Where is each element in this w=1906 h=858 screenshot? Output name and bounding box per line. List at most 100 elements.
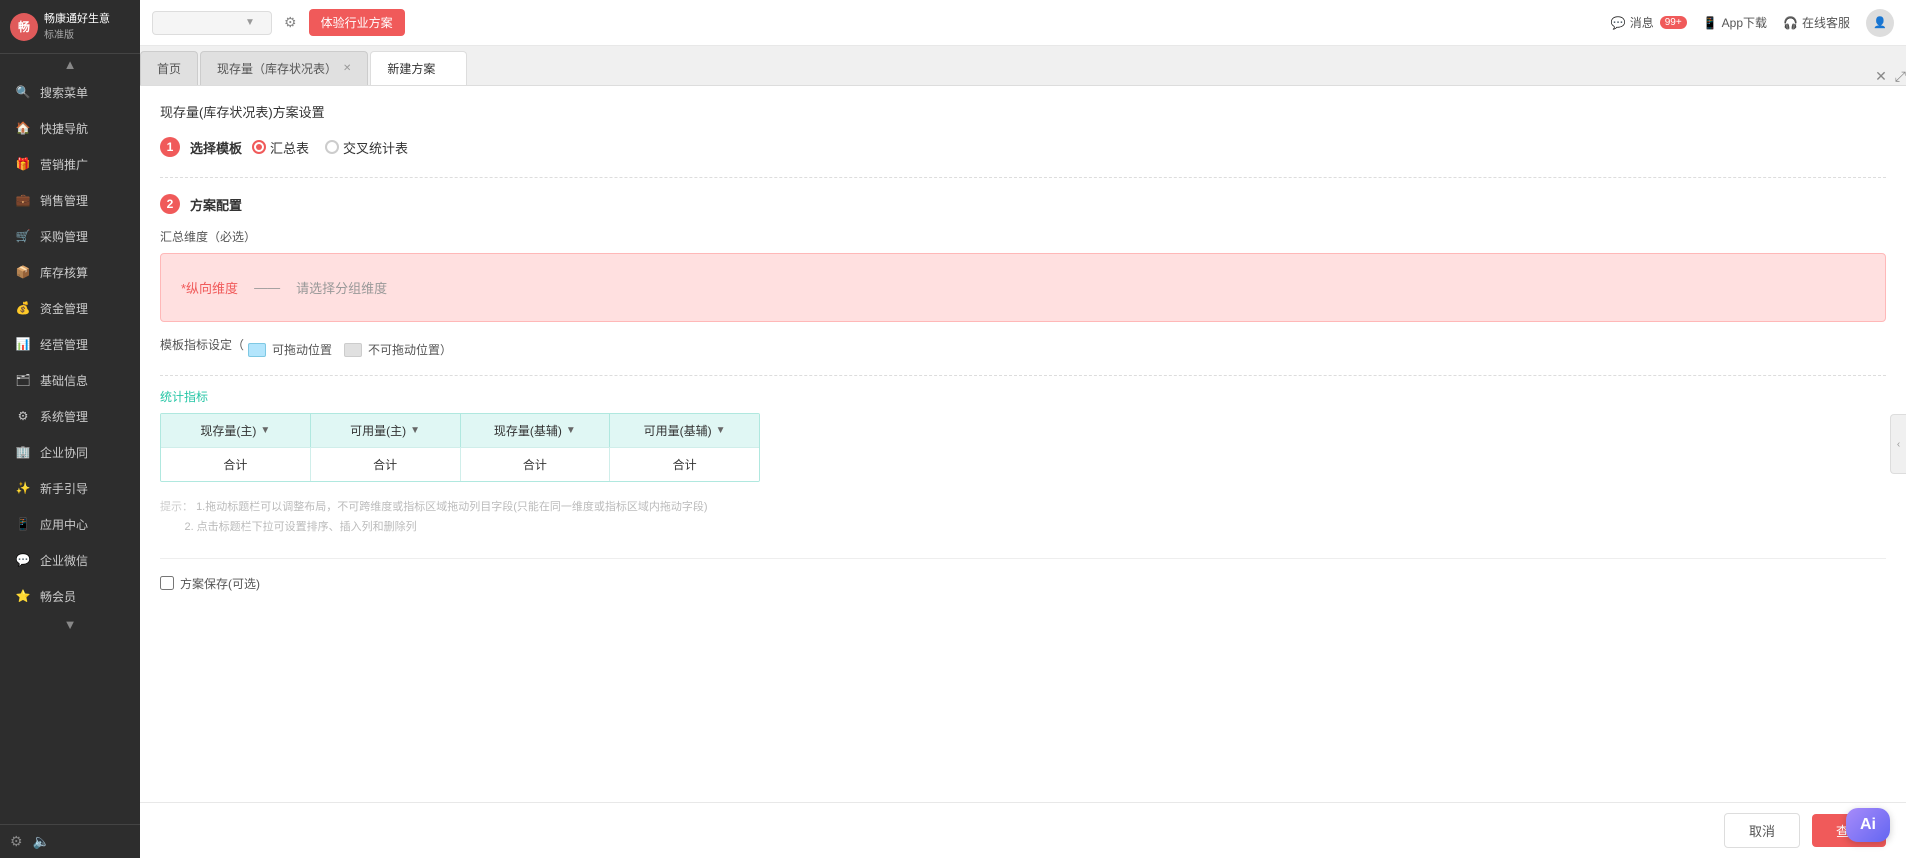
purchase-icon: 🛒 — [14, 227, 32, 245]
stats-label: 统计指标 — [160, 388, 1886, 405]
ai-badge[interactable]: Ai — [1846, 808, 1890, 842]
stats-header-2[interactable]: 现存量(基辅) ▼ — [461, 414, 611, 447]
window-close-icon[interactable]: ✕ — [1875, 68, 1887, 85]
tabs-bar: 首页 现存量（库存状况表） ✕ 新建方案 ✕ ✕ ⤢ — [140, 46, 1906, 86]
dim-label: 汇总维度（必选） — [160, 228, 1886, 245]
section-config: 2 方案配置 汇总维度（必选） *纵向维度 —— 请选择分组维度 模板指标设定（ — [160, 194, 1886, 538]
stats-header-0[interactable]: 现存量(主) ▼ — [161, 414, 311, 447]
header-2-chevron[interactable]: ▼ — [566, 425, 576, 436]
stats-cell-0-1: 合计 — [311, 447, 461, 481]
sidebar-item-apps[interactable]: 📱 应用中心 — [0, 506, 140, 542]
header-0-chevron[interactable]: ▼ — [260, 425, 270, 436]
member-icon: ⭐ — [14, 587, 32, 605]
radio-cross-circle — [325, 140, 339, 154]
window-expand-icon[interactable]: ⤢ — [1895, 68, 1906, 85]
sidebar-item-basic[interactable]: 🗂 基础信息 — [0, 362, 140, 398]
topbar-search-input[interactable] — [161, 16, 241, 30]
sidebar-item-search[interactable]: 🔍 搜索菜单 — [0, 74, 140, 110]
sidebar-item-enterprise[interactable]: 🏢 企业协同 — [0, 434, 140, 470]
dim-placeholder[interactable]: 请选择分组维度 — [296, 278, 387, 297]
save-checkbox[interactable] — [160, 576, 174, 590]
save-row: 方案保存(可选) — [160, 558, 1886, 592]
hints: 提示： 1.拖动标题栏可以调整布局，不可跨维度或指标区域拖动列目字段(只能在同一… — [160, 498, 1886, 538]
speaker-icon[interactable]: 🔈 — [33, 833, 50, 850]
radio-summary-circle — [252, 140, 266, 154]
header-1-chevron[interactable]: ▼ — [410, 425, 420, 436]
apps-icon: 📱 — [14, 515, 32, 533]
home-icon: 🏠 — [14, 119, 32, 137]
sidebar-item-purchase[interactable]: 🛒 采购管理 — [0, 218, 140, 254]
stats-header-1[interactable]: 可用量(主) ▼ — [311, 414, 461, 447]
indicator-draggable: 可拖动位置 — [248, 341, 332, 358]
topbar: ▼ ⚙ 体验行业方案 💬 消息 99+ 📱 App下载 🎧 在线客服 👤 — [140, 0, 1906, 46]
wechat-icon: 💬 — [14, 551, 32, 569]
stats-cell-0-2: 合计 — [461, 447, 611, 481]
page-title: 现存量(库存状况表)方案设置 — [160, 102, 1886, 121]
tab-inventory-close[interactable]: ✕ — [343, 63, 351, 74]
business-icon: 📊 — [14, 335, 32, 353]
basic-icon: 🗂 — [14, 371, 32, 389]
app-logo-icon: 畅 — [10, 13, 38, 41]
sidebar-scroll-up[interactable]: ▲ — [0, 54, 140, 74]
message-badge: 99+ — [1660, 16, 1687, 29]
inventory-icon: 📦 — [14, 263, 32, 281]
sidebar-scroll-down[interactable]: ▼ — [0, 614, 140, 634]
online-support-item[interactable]: 🎧 在线客服 — [1783, 14, 1850, 31]
hint-title: 提示： — [160, 501, 193, 513]
settings-icon[interactable]: ⚙ — [10, 833, 23, 850]
tab-home[interactable]: 首页 — [140, 51, 198, 85]
guide-icon: ✨ — [14, 479, 32, 497]
sidebar-bottom: ⚙ 🔈 — [0, 824, 140, 858]
sidebar-item-marketing[interactable]: 🎁 营销推广 — [0, 146, 140, 182]
hint-2: 2. 点击标题栏下拉可设置排序、插入列和删除列 — [184, 521, 416, 533]
gift-icon: 🎁 — [14, 155, 32, 173]
topbar-gear-icon[interactable]: ⚙ — [284, 14, 297, 31]
stats-header-3[interactable]: 可用量(基辅) ▼ — [610, 414, 759, 447]
right-collapse-handle[interactable]: ‹ — [1890, 414, 1906, 474]
window-controls: ✕ ⤢ — [1875, 68, 1906, 85]
app-download-icon: 📱 — [1703, 16, 1718, 30]
dim-arrow: —— — [254, 280, 280, 295]
app-logo-text: 畅康通好生意 标准版 — [44, 12, 110, 41]
sidebar-item-guide[interactable]: ✨ 新手引导 — [0, 470, 140, 506]
topbar-search-box[interactable]: ▼ — [152, 11, 272, 35]
hint-1: 1.拖动标题栏可以调整布局，不可跨维度或指标区域拖动列目字段(只能在同一维度或指… — [196, 501, 708, 513]
support-icon: 🎧 — [1783, 16, 1798, 30]
finance-icon: 💰 — [14, 299, 32, 317]
section1-num: 1 — [160, 137, 180, 157]
tab-new-plan[interactable]: 新建方案 ✕ — [370, 51, 466, 85]
industry-plan-button[interactable]: 体验行业方案 — [309, 9, 405, 36]
content-area: 现存量(库存状况表)方案设置 1 选择模板 汇总表 交叉统计表 — [140, 86, 1906, 802]
sidebar-item-business[interactable]: 📊 经营管理 — [0, 326, 140, 362]
sidebar-item-wechat[interactable]: 💬 企业微信 — [0, 542, 140, 578]
sidebar-item-finance[interactable]: 💰 资金管理 — [0, 290, 140, 326]
dim-box: *纵向维度 —— 请选择分组维度 — [160, 253, 1886, 322]
stats-section: 统计指标 现存量(主) ▼ 可用量(主) ▼ — [160, 388, 1886, 482]
topbar-right: 💬 消息 99+ 📱 App下载 🎧 在线客服 👤 — [1611, 9, 1894, 37]
cancel-button[interactable]: 取消 — [1724, 813, 1800, 848]
section1-header: 1 选择模板 汇总表 交叉统计表 — [160, 137, 1886, 157]
radio-summary[interactable]: 汇总表 — [252, 138, 309, 157]
search-icon: 🔍 — [14, 83, 32, 101]
sidebar-item-sales[interactable]: 💼 销售管理 — [0, 182, 140, 218]
indicator-group: 可拖动位置 不可拖动位置） — [248, 341, 452, 358]
user-avatar[interactable]: 👤 — [1866, 9, 1894, 37]
sidebar-item-inventory[interactable]: 📦 库存核算 — [0, 254, 140, 290]
draggable-box — [248, 343, 266, 357]
section2-title: 方案配置 — [190, 195, 242, 214]
sidebar-item-system[interactable]: ⚙ 系统管理 — [0, 398, 140, 434]
template-label: 模板指标设定（ — [160, 336, 244, 353]
section1-title: 选择模板 — [190, 138, 242, 157]
tab-inventory[interactable]: 现存量（库存状况表） ✕ — [200, 51, 368, 85]
sidebar-item-nav[interactable]: 🏠 快捷导航 — [0, 110, 140, 146]
dim-required: *纵向维度 — [181, 278, 238, 297]
save-label: 方案保存(可选) — [180, 575, 260, 592]
tab-new-plan-close[interactable]: ✕ — [441, 63, 449, 74]
footer: 取消 查询 — [140, 802, 1906, 858]
radio-cross[interactable]: 交叉统计表 — [325, 138, 408, 157]
topbar-search-chevron[interactable]: ▼ — [245, 17, 255, 28]
sidebar-item-member[interactable]: ⭐ 畅会员 — [0, 578, 140, 614]
header-3-chevron[interactable]: ▼ — [716, 425, 726, 436]
app-download-item[interactable]: 📱 App下载 — [1703, 14, 1767, 31]
message-item[interactable]: 💬 消息 99+ — [1611, 14, 1687, 31]
